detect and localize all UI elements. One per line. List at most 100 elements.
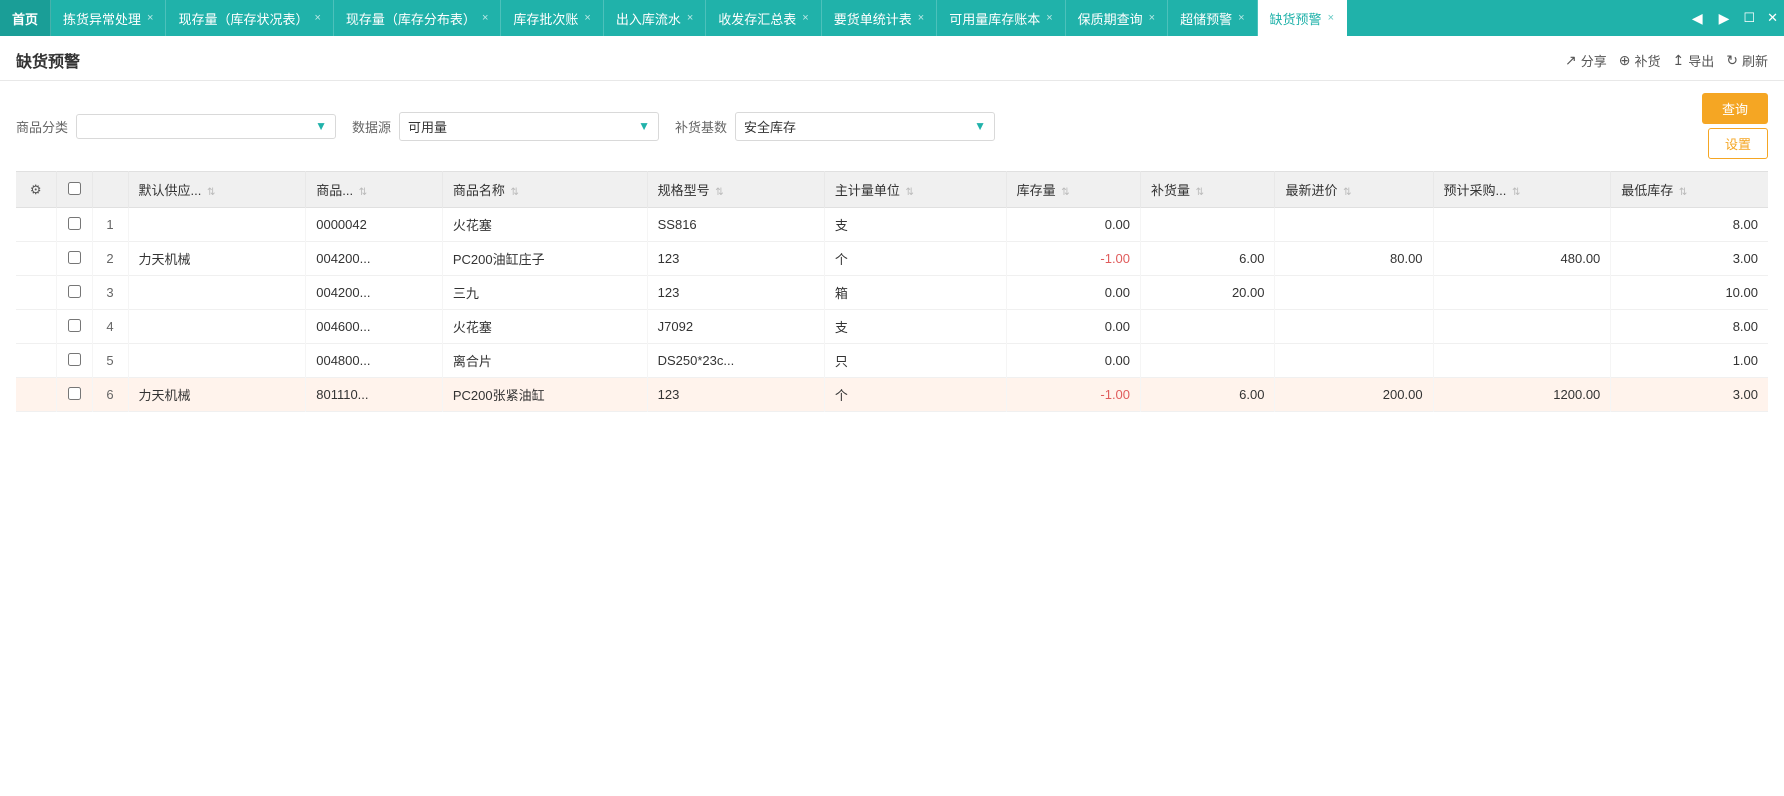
tab-inv2-close[interactable]: ×: [482, 12, 488, 24]
settings-button[interactable]: 设置: [1708, 128, 1768, 159]
row-checkbox-2[interactable]: [68, 285, 81, 298]
datasource-select[interactable]: 可用量 ▼: [399, 112, 659, 141]
category-filter-label: 商品分类: [16, 117, 68, 136]
replenish-icon: ⊕: [1619, 52, 1631, 69]
col-header-goods-code[interactable]: 商品... ⇅: [306, 172, 443, 208]
row-min-stock-cell: 10.00: [1611, 276, 1768, 310]
row-settings-cell: [16, 242, 56, 276]
col-stock-label: 库存量: [1017, 183, 1056, 198]
tab-expire[interactable]: 保质期查询 ×: [1066, 0, 1168, 36]
row-checkbox-0[interactable]: [68, 217, 81, 230]
row-checkbox-1[interactable]: [68, 251, 81, 264]
row-goods-name-cell: PC200张紧油缸: [442, 378, 647, 412]
row-latest-price-cell: [1275, 208, 1433, 242]
tab-short[interactable]: 缺货预警 ×: [1258, 0, 1347, 36]
tab-proc[interactable]: 拣货异常处理 ×: [51, 0, 166, 36]
datasource-filter-label: 数据源: [352, 117, 391, 136]
table-settings-icon[interactable]: ⚙: [30, 182, 42, 197]
col-replenish-label: 补货量: [1151, 183, 1190, 198]
row-supplier-cell: [128, 276, 306, 310]
row-est-purchase-cell: [1433, 208, 1611, 242]
export-button[interactable]: ↥ 导出: [1673, 51, 1715, 70]
row-stock-cell: 0.00: [1006, 208, 1140, 242]
page-header: 缺货预警 ↗ 分享 ⊕ 补货 ↥ 导出 ↻ 刷新: [0, 36, 1784, 81]
tab-inv1[interactable]: 现存量（库存状况表） ×: [166, 0, 333, 36]
tab-home[interactable]: 首页: [0, 0, 51, 36]
row-check-cell: [56, 310, 92, 344]
tab-flow-close[interactable]: ×: [687, 12, 693, 24]
row-supplier-cell: 力天机械: [128, 378, 306, 412]
tab-recv-close[interactable]: ×: [802, 12, 808, 24]
col-header-stock[interactable]: 库存量 ⇅: [1006, 172, 1140, 208]
row-replenish-cell: 6.00: [1141, 242, 1275, 276]
row-est-purchase-cell: [1433, 276, 1611, 310]
data-table: ⚙ 默认供应... ⇅ 商品... ⇅ 商品名称: [16, 171, 1768, 412]
tab-inv2[interactable]: 现存量（库存分布表） ×: [334, 0, 501, 36]
tab-avail-close[interactable]: ×: [1046, 12, 1052, 24]
row-spec-cell: 123: [647, 378, 824, 412]
row-checkbox-4[interactable]: [68, 353, 81, 366]
row-checkbox-5[interactable]: [68, 387, 81, 400]
tab-avail[interactable]: 可用量库存账本 ×: [937, 0, 1065, 36]
tab-req[interactable]: 要货单统计表 ×: [822, 0, 937, 36]
row-replenish-cell: 6.00: [1141, 378, 1275, 412]
refresh-label: 刷新: [1742, 51, 1768, 70]
row-check-cell: [56, 276, 92, 310]
table-container: ⚙ 默认供应... ⇅ 商品... ⇅ 商品名称: [0, 171, 1784, 412]
category-filter-group: 商品分类 ▼: [16, 114, 336, 139]
row-checkbox-3[interactable]: [68, 319, 81, 332]
share-button[interactable]: ↗ 分享: [1565, 51, 1607, 70]
tab-restore-btn[interactable]: ☐: [1737, 0, 1761, 36]
col-header-replenish[interactable]: 补货量 ⇅: [1141, 172, 1275, 208]
col-header-est-purchase[interactable]: 预计采购... ⇅: [1433, 172, 1611, 208]
tab-close-all-btn[interactable]: ✕: [1761, 0, 1784, 36]
table-row: 1 0000042 火花塞 SS816 支 0.00 8.00: [16, 208, 1768, 242]
col-replenish-sort-icon: ⇅: [1196, 187, 1204, 198]
replenish-button[interactable]: ⊕ 补货: [1619, 51, 1661, 70]
row-settings-cell: [16, 208, 56, 242]
tab-expire-close[interactable]: ×: [1149, 12, 1155, 24]
col-header-goods-name[interactable]: 商品名称 ⇅: [442, 172, 647, 208]
query-button[interactable]: 查询: [1702, 93, 1768, 124]
col-header-min-stock[interactable]: 最低库存 ⇅: [1611, 172, 1768, 208]
col-min-stock-label: 最低库存: [1621, 183, 1673, 198]
row-no-cell: 6: [92, 378, 128, 412]
tab-over-close[interactable]: ×: [1238, 12, 1244, 24]
tab-proc-close[interactable]: ×: [147, 12, 153, 24]
tab-req-close[interactable]: ×: [918, 12, 924, 24]
row-check-cell: [56, 208, 92, 242]
tab-recv-label: 收发存汇总表: [718, 9, 796, 28]
tab-flow[interactable]: 出入库流水 ×: [604, 0, 706, 36]
refresh-button[interactable]: ↻ 刷新: [1726, 51, 1768, 70]
tab-batch-close[interactable]: ×: [584, 12, 590, 24]
tab-recv[interactable]: 收发存汇总表 ×: [706, 0, 821, 36]
replenish-base-select[interactable]: 安全库存 ▼: [735, 112, 995, 141]
select-all-checkbox[interactable]: [68, 182, 81, 195]
row-check-cell: [56, 344, 92, 378]
tab-inv1-close[interactable]: ×: [314, 12, 320, 24]
col-latest-price-sort-icon: ⇅: [1343, 187, 1351, 198]
share-label: 分享: [1581, 51, 1607, 70]
row-no-cell: 4: [92, 310, 128, 344]
row-latest-price-cell: 200.00: [1275, 378, 1433, 412]
tab-batch[interactable]: 库存批次账 ×: [501, 0, 603, 36]
tab-expire-label: 保质期查询: [1078, 9, 1143, 28]
replenish-base-filter-label: 补货基数: [675, 117, 727, 136]
col-header-latest-price[interactable]: 最新进价 ⇅: [1275, 172, 1433, 208]
row-goods-code-cell: 004800...: [306, 344, 443, 378]
row-est-purchase-cell: [1433, 310, 1611, 344]
category-select[interactable]: ▼: [76, 114, 336, 139]
header-actions: ↗ 分享 ⊕ 补货 ↥ 导出 ↻ 刷新: [1565, 51, 1768, 70]
row-supplier-cell: [128, 310, 306, 344]
tab-short-close[interactable]: ×: [1328, 12, 1334, 24]
col-latest-price-label: 最新进价: [1285, 183, 1337, 198]
col-header-spec[interactable]: 规格型号 ⇅: [647, 172, 824, 208]
col-header-supplier[interactable]: 默认供应... ⇅: [128, 172, 306, 208]
tab-next-btn[interactable]: ▶: [1711, 0, 1738, 36]
col-goods-code-sort-icon: ⇅: [359, 187, 367, 198]
page-container: 缺货预警 ↗ 分享 ⊕ 补货 ↥ 导出 ↻ 刷新 商品分类: [0, 36, 1784, 796]
tab-over[interactable]: 超储预警 ×: [1168, 0, 1257, 36]
tab-prev-btn[interactable]: ◀: [1684, 0, 1711, 36]
col-header-unit[interactable]: 主计量单位 ⇅: [824, 172, 1006, 208]
replenish-base-chevron-icon: ▼: [974, 119, 986, 133]
